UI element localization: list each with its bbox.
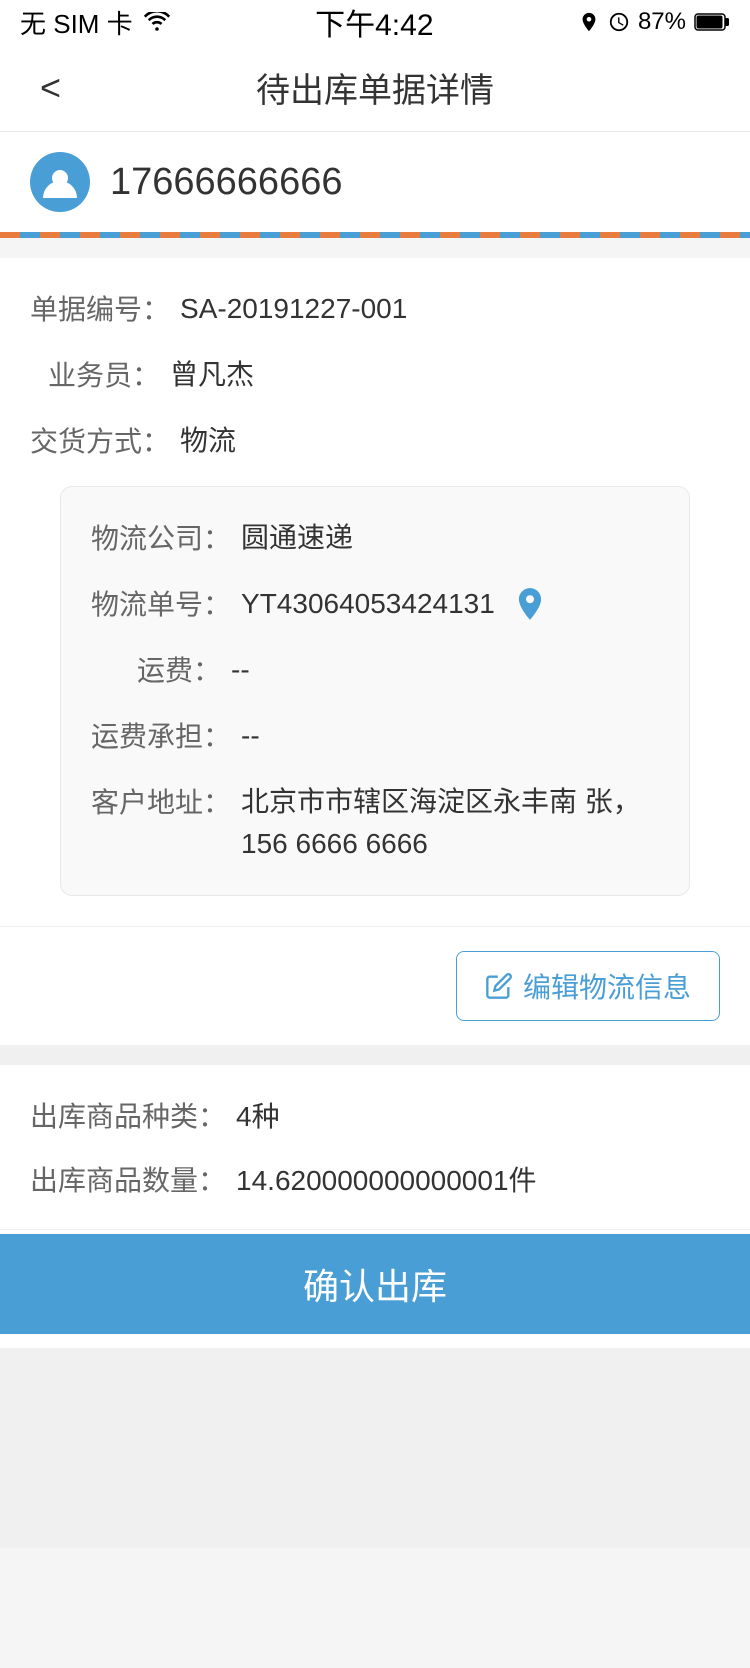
order-info-section: 单据编号： SA-20191227-001 业务员： 曾凡杰 交货方式： 物流 …: [0, 258, 750, 926]
customer-phone: 17666666666: [110, 161, 342, 204]
status-left: 无 SIM 卡: [20, 4, 171, 41]
page-title: 待出库单据详情: [256, 63, 494, 112]
goods-quantity-row: 出库商品数量： 14.620000000000001件: [30, 1159, 720, 1199]
company-row: 物流公司： 圆通速递: [91, 517, 659, 559]
freight-row: 运费： --: [91, 649, 659, 691]
wifi-icon: [143, 12, 171, 32]
delivery-label: 交货方式：: [30, 420, 170, 460]
order-no-value: SA-20191227-001: [180, 288, 720, 330]
freight-value: --: [231, 649, 659, 691]
battery-percent: 87%: [638, 8, 686, 36]
back-button[interactable]: <: [30, 57, 71, 119]
goods-section: 出库商品种类： 4种 出库商品数量： 14.620000000000001件: [0, 1065, 750, 1229]
confirm-btn-label: 确认出库: [303, 1258, 447, 1310]
goods-quantity-label: 出库商品数量：: [30, 1159, 226, 1199]
freight-bear-row: 运费承担： --: [91, 715, 659, 757]
freight-bear-value: --: [241, 715, 659, 757]
edit-btn-container: 编辑物流信息: [0, 926, 750, 1045]
battery-icon: [694, 12, 730, 32]
tracking-row: 物流单号： YT43064053424131: [91, 583, 659, 625]
bottom-space: [0, 1348, 750, 1548]
order-no-row: 单据编号： SA-20191227-001: [30, 288, 720, 330]
tracking-value: YT43064053424131: [241, 583, 495, 625]
confirm-btn-bar[interactable]: 确认出库: [0, 1234, 750, 1334]
status-time: 下午4:42: [315, 0, 433, 44]
status-right: 87%: [578, 8, 730, 36]
goods-types-label: 出库商品种类：: [30, 1095, 226, 1135]
salesman-row: 业务员： 曾凡杰: [30, 354, 720, 396]
location-status-icon: [578, 11, 600, 33]
edit-icon: [485, 972, 513, 1000]
goods-types-row: 出库商品种类： 4种: [30, 1095, 720, 1135]
goods-quantity-value: 14.620000000000001件: [236, 1159, 537, 1199]
order-no-label: 单据编号：: [30, 288, 170, 328]
goods-types-value: 4种: [236, 1095, 280, 1135]
edit-btn-label: 编辑物流信息: [523, 966, 691, 1006]
status-bar: 无 SIM 卡 下午4:42 87%: [0, 0, 750, 44]
avatar: [30, 152, 90, 212]
dashed-divider: [0, 232, 750, 238]
address-label: 客户地址：: [91, 781, 231, 821]
tracking-location-icon[interactable]: [511, 585, 549, 623]
nav-bar: < 待出库单据详情: [0, 44, 750, 132]
sim-status: 无 SIM 卡: [20, 4, 133, 41]
address-row: 客户地址： 北京市市辖区海淀区永丰南 张，156 6666 6666: [91, 781, 659, 865]
delivery-value: 物流: [180, 420, 720, 462]
logistics-card: 物流公司： 圆通速递 物流单号： YT43064053424131 运费： --…: [60, 486, 690, 896]
freight-label: 运费：: [91, 649, 221, 689]
clock-status-icon: [608, 11, 630, 33]
customer-section: 17666666666: [0, 132, 750, 232]
company-label: 物流公司：: [91, 517, 231, 557]
tracking-label: 物流单号：: [91, 583, 231, 623]
main-content: 17666666666 单据编号： SA-20191227-001 业务员： 曾…: [0, 132, 750, 1668]
tracking-container: YT43064053424131: [231, 583, 549, 625]
delivery-row: 交货方式： 物流: [30, 420, 720, 462]
address-value: 北京市市辖区海淀区永丰南 张，156 6666 6666: [241, 781, 659, 865]
salesman-label: 业务员：: [30, 354, 160, 394]
freight-bear-label: 运费承担：: [91, 715, 231, 755]
company-value: 圆通速递: [241, 517, 659, 559]
section-divider: [0, 1045, 750, 1065]
edit-logistics-button[interactable]: 编辑物流信息: [456, 951, 720, 1021]
salesman-value: 曾凡杰: [170, 354, 720, 396]
